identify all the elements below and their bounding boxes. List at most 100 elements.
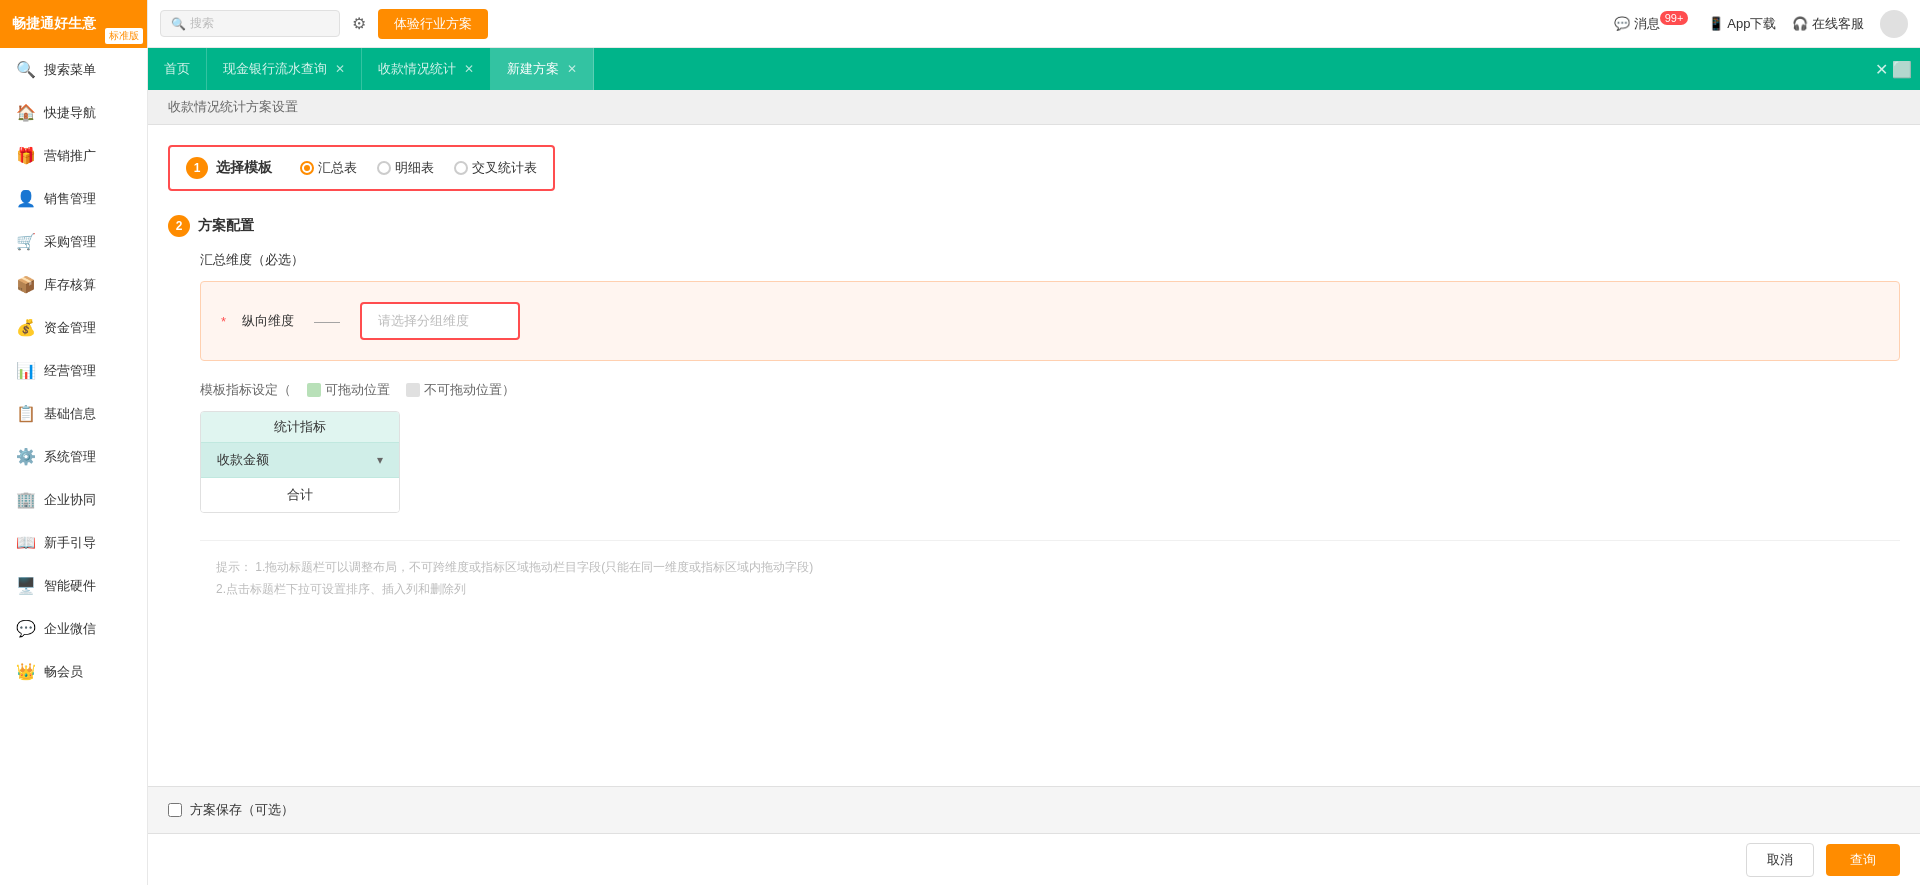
sidebar-item-label: 畅会员	[44, 663, 83, 681]
dimension-section-label: 汇总维度（必选）	[200, 251, 1900, 269]
sidebar-item-label: 资金管理	[44, 319, 96, 337]
monitor-icon: 🖥️	[16, 576, 36, 595]
search-icon: 🔍	[171, 17, 186, 31]
search-box[interactable]: 🔍 搜索	[160, 10, 340, 37]
sidebar-item-marketing[interactable]: 🎁 营销推广	[0, 134, 147, 177]
topbar-right: 💬 消息 99+ 📱 App下载 🎧 在线客服	[1614, 10, 1908, 38]
tab-home-label: 首页	[164, 60, 190, 78]
chevron-down-icon: ▾	[377, 453, 383, 467]
tab-new-plan[interactable]: 新建方案 ✕	[491, 48, 594, 90]
breadcrumb: 收款情况统计方案设置	[148, 90, 1920, 125]
tab-collection-stat[interactable]: 收款情况统计 ✕	[362, 48, 491, 90]
tab-new-plan-label: 新建方案	[507, 60, 559, 78]
sidebar-item-purchase[interactable]: 🛒 采购管理	[0, 220, 147, 263]
step1-num: 1	[186, 157, 208, 179]
sidebar-item-label: 库存核算	[44, 276, 96, 294]
sidebar-item-label: 企业微信	[44, 620, 96, 638]
chat-icon: 💬	[16, 619, 36, 638]
sidebar-item-operation[interactable]: 📊 经营管理	[0, 349, 147, 392]
metrics-row-total: 合计	[201, 478, 399, 512]
sidebar-item-guide[interactable]: 📖 新手引导	[0, 521, 147, 564]
sidebar-item-system[interactable]: ⚙️ 系统管理	[0, 435, 147, 478]
tab-bank-flow[interactable]: 现金银行流水查询 ✕	[207, 48, 362, 90]
dimension-select[interactable]: 请选择分组维度	[360, 302, 520, 340]
tab-bank-flow-label: 现金银行流水查询	[223, 60, 327, 78]
save-label: 方案保存（可选）	[190, 801, 294, 819]
sidebar-logo-badge: 标准版	[105, 28, 143, 44]
radio-cross[interactable]: 交叉统计表	[454, 159, 537, 177]
radio-detail[interactable]: 明细表	[377, 159, 434, 177]
arrow-separator: ——	[314, 314, 340, 329]
sidebar-item-collab[interactable]: 🏢 企业协同	[0, 478, 147, 521]
gift-icon: 🎁	[16, 146, 36, 165]
avatar	[1880, 10, 1908, 38]
step2-num: 2	[168, 215, 190, 237]
sidebar-item-inventory[interactable]: 📦 库存核算	[0, 263, 147, 306]
topbar: 🔍 搜索 ⚙ 体验行业方案 💬 消息 99+ 📱 App下载 🎧 在线客服	[148, 0, 1920, 48]
cancel-button[interactable]: 取消	[1746, 843, 1814, 877]
step1-title: 选择模板	[216, 159, 272, 177]
settings-icon: ⚙️	[16, 447, 36, 466]
sidebar-item-base[interactable]: 📋 基础信息	[0, 392, 147, 435]
sidebar-item-label: 搜索菜单	[44, 61, 96, 79]
gear-icon[interactable]: ⚙	[348, 10, 370, 37]
sidebar-item-label: 系统管理	[44, 448, 96, 466]
tab-new-plan-close[interactable]: ✕	[567, 62, 577, 76]
tab-collection-stat-close[interactable]: ✕	[464, 62, 474, 76]
tab-collection-stat-label: 收款情况统计	[378, 60, 456, 78]
tip-1: 提示： 1.拖动标题栏可以调整布局，不可跨维度或指标区域拖动栏目字段(只能在同一…	[216, 557, 1884, 579]
metrics-table: 统计指标 收款金额 ▾ 合计	[200, 411, 400, 513]
draggable-indicator: 可拖动位置	[307, 381, 390, 399]
save-option-row: 方案保存（可选）	[148, 786, 1920, 833]
chart-icon: 📊	[16, 361, 36, 380]
vertical-dim-row: * 纵向维度 —— 请选择分组维度	[221, 302, 1879, 340]
tab-bank-flow-close[interactable]: ✕	[335, 62, 345, 76]
step2-title: 方案配置	[198, 217, 254, 235]
sidebar-item-member[interactable]: 👑 畅会员	[0, 650, 147, 693]
window-close-icon[interactable]: ✕	[1875, 60, 1888, 79]
sidebar-item-label: 快捷导航	[44, 104, 96, 122]
sidebar-item-label: 新手引导	[44, 534, 96, 552]
draggable-box	[307, 383, 321, 397]
main-area: 🔍 搜索 ⚙ 体验行业方案 💬 消息 99+ 📱 App下载 🎧 在线客服 首页…	[148, 0, 1920, 885]
non-draggable-box	[406, 383, 420, 397]
search-placeholder: 搜索	[190, 15, 214, 32]
metrics-header: 模板指标设定（ 可拖动位置 不可拖动位置）	[200, 381, 1900, 399]
sidebar-item-hardware[interactable]: 🖥️ 智能硬件	[0, 564, 147, 607]
sidebar-item-wechat[interactable]: 💬 企业微信	[0, 607, 147, 650]
cart-icon: 🛒	[16, 232, 36, 251]
non-draggable-indicator: 不可拖动位置）	[406, 381, 515, 399]
radio-detail-circle	[377, 161, 391, 175]
content: 收款情况统计方案设置 1 选择模板 汇总表	[148, 90, 1920, 885]
tips-section: 提示： 1.拖动标题栏可以调整布局，不可跨维度或指标区域拖动栏目字段(只能在同一…	[200, 540, 1900, 616]
tab-home[interactable]: 首页	[148, 48, 207, 90]
sidebar-item-label: 销售管理	[44, 190, 96, 208]
industry-btn[interactable]: 体验行业方案	[378, 9, 488, 39]
clipboard-icon: 📋	[16, 404, 36, 423]
crown-icon: 👑	[16, 662, 36, 681]
template-radio-group: 汇总表 明细表 交叉统计表	[300, 159, 537, 177]
window-maximize-icon[interactable]: ⬜	[1892, 60, 1912, 79]
radio-summary[interactable]: 汇总表	[300, 159, 357, 177]
online-service-link[interactable]: 🎧 在线客服	[1792, 15, 1864, 33]
radio-cross-circle	[454, 161, 468, 175]
tabbar: 首页 现金银行流水查询 ✕ 收款情况统计 ✕ 新建方案 ✕ ✕ ⬜	[148, 48, 1920, 90]
sidebar-item-quick-nav[interactable]: 🏠 快捷导航	[0, 91, 147, 134]
sidebar-item-label: 经营管理	[44, 362, 96, 380]
query-button[interactable]: 查询	[1826, 844, 1900, 876]
book-icon: 📖	[16, 533, 36, 552]
message-icon[interactable]: 💬 消息 99+	[1614, 15, 1692, 33]
sidebar-item-label: 基础信息	[44, 405, 96, 423]
app-download-link[interactable]: 📱 App下载	[1708, 15, 1776, 33]
sidebar-item-sales[interactable]: 👤 销售管理	[0, 177, 147, 220]
sidebar-item-label: 智能硬件	[44, 577, 96, 595]
sidebar-item-fund[interactable]: 💰 资金管理	[0, 306, 147, 349]
money-icon: 💰	[16, 318, 36, 337]
content-body: 1 选择模板 汇总表 明细表	[148, 125, 1920, 786]
sidebar-item-search[interactable]: 🔍 搜索菜单	[0, 48, 147, 91]
metrics-col-header[interactable]: 收款金额 ▾	[201, 443, 399, 478]
building-icon: 🏢	[16, 490, 36, 509]
sidebar-item-label: 营销推广	[44, 147, 96, 165]
save-checkbox[interactable]	[168, 803, 182, 817]
user-icon: 👤	[16, 189, 36, 208]
